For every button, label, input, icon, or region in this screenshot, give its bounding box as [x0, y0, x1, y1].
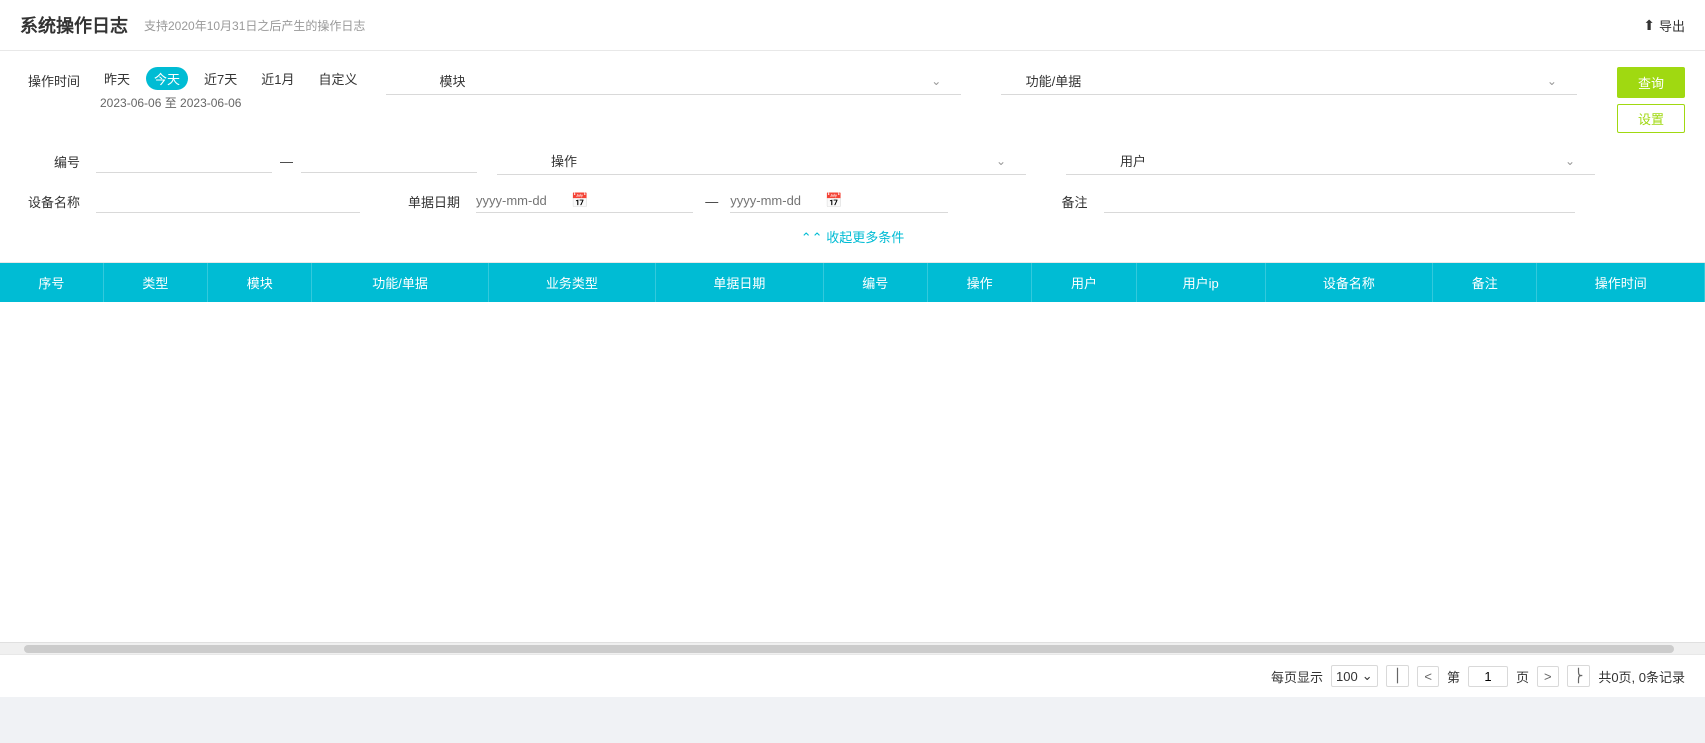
- doc-date-end[interactable]: [730, 189, 825, 212]
- number-input-end[interactable]: [301, 149, 477, 173]
- collapse-label: 收起更多条件: [826, 230, 904, 245]
- action-buttons: 查询 设置: [1617, 67, 1685, 133]
- settings-button[interactable]: 设置: [1617, 104, 1685, 133]
- time-label: 操作时间: [20, 71, 80, 90]
- table-header: 序号 类型 模块 功能/单据 业务类型 单据日期 编号 操作 用户 用户ip 设…: [0, 263, 1705, 302]
- user-label: 用户: [1086, 151, 1146, 170]
- col-op-time: 操作时间: [1537, 263, 1705, 302]
- table-area: 序号 类型 模块 功能/单据 业务类型 单据日期 编号 操作 用户 用户ip 设…: [0, 263, 1705, 642]
- prev-page-button[interactable]: <: [1417, 666, 1439, 687]
- operation-label: 操作: [517, 151, 577, 170]
- col-type: 类型: [103, 263, 207, 302]
- time-range-display: 2023-06-06 至 2023-06-06: [100, 94, 366, 111]
- col-user-ip: 用户ip: [1136, 263, 1265, 302]
- page-label: 第: [1447, 667, 1460, 686]
- remark-input[interactable]: [1104, 189, 1576, 213]
- time-btn-7days[interactable]: 近7天: [196, 67, 245, 90]
- col-doc-date: 单据日期: [656, 263, 823, 302]
- device-label: 设备名称: [20, 192, 80, 211]
- col-module: 模块: [208, 263, 312, 302]
- col-user: 用户: [1032, 263, 1136, 302]
- page-size-select[interactable]: 100 ⌄: [1331, 665, 1378, 687]
- time-btn-yesterday[interactable]: 昨天: [96, 67, 138, 90]
- doc-date-end-wrap: 📅: [730, 189, 947, 213]
- module-label: 模块: [406, 71, 466, 90]
- page-header: 系统操作日志 支持2020年10月31日之后产生的操作日志 ⬆ 导出: [0, 0, 1705, 51]
- empty-area: [0, 302, 1705, 642]
- horizontal-scrollbar[interactable]: [0, 642, 1705, 654]
- doc-date-start[interactable]: [476, 189, 571, 212]
- page-suffix: 页: [1516, 667, 1529, 686]
- operation-chevron-icon: ⌄: [996, 154, 1006, 168]
- col-operation: 操作: [927, 263, 1031, 302]
- scrollbar-thumb[interactable]: [24, 645, 1674, 653]
- first-page-button[interactable]: ⎪: [1386, 665, 1410, 687]
- query-button[interactable]: 查询: [1617, 67, 1685, 98]
- pagination-bar: 每页显示 100 ⌄ ⎪ < 第 页 > ⎬ 共0页, 0条记录: [0, 654, 1705, 697]
- current-page-input[interactable]: [1468, 666, 1508, 687]
- user-chevron-icon: ⌄: [1565, 154, 1575, 168]
- page-size-label: 每页显示: [1271, 667, 1323, 686]
- collapse-bar[interactable]: ⌃⌃ 收起更多条件: [20, 221, 1685, 254]
- doc-date-label: 单据日期: [400, 192, 460, 211]
- total-info: 共0页, 0条记录: [1598, 667, 1685, 686]
- col-device-name: 设备名称: [1265, 263, 1432, 302]
- calendar-icon-end[interactable]: 📅: [825, 192, 842, 209]
- doc-date-start-wrap: 📅: [476, 189, 693, 213]
- function-label: 功能/单据: [1021, 71, 1081, 90]
- number-input-start[interactable]: [96, 149, 272, 173]
- time-btn-custom[interactable]: 自定义: [311, 67, 366, 90]
- time-btn-1month[interactable]: 近1月: [253, 67, 302, 90]
- col-remark: 备注: [1433, 263, 1537, 302]
- number-label: 编号: [20, 152, 80, 171]
- data-table: 序号 类型 模块 功能/单据 业务类型 单据日期 编号 操作 用户 用户ip 设…: [0, 263, 1705, 302]
- function-chevron-icon: ⌄: [1547, 74, 1557, 88]
- collapse-chevron-icon: ⌃⌃: [801, 230, 823, 245]
- next-page-button[interactable]: >: [1537, 666, 1559, 687]
- last-page-button[interactable]: ⎬: [1567, 665, 1591, 687]
- col-number: 编号: [823, 263, 927, 302]
- remark-label: 备注: [1028, 192, 1088, 211]
- page-size-value: 100: [1336, 669, 1358, 684]
- time-filter-group: 昨天 今天 近7天 近1月 自定义 2023-06-06 至 2023-06-0…: [96, 67, 366, 111]
- filter-area: 操作时间 昨天 今天 近7天 近1月 自定义 2023-06-06 至 2023…: [0, 51, 1705, 263]
- calendar-icon-start[interactable]: 📅: [571, 192, 588, 209]
- page-title: 系统操作日志: [20, 12, 128, 38]
- page-size-chevron-icon: ⌄: [1362, 668, 1373, 684]
- export-button[interactable]: ⬆ 导出: [1643, 16, 1685, 35]
- page-subtitle: 支持2020年10月31日之后产生的操作日志: [144, 17, 365, 34]
- table-header-row: 序号 类型 模块 功能/单据 业务类型 单据日期 编号 操作 用户 用户ip 设…: [0, 263, 1705, 302]
- col-biz-type: 业务类型: [488, 263, 655, 302]
- col-seq: 序号: [0, 263, 103, 302]
- time-btn-today[interactable]: 今天: [146, 67, 188, 90]
- device-input[interactable]: [96, 189, 360, 213]
- module-chevron-icon: ⌄: [931, 74, 941, 88]
- col-function: 功能/单据: [312, 263, 488, 302]
- export-icon: ⬆: [1643, 17, 1655, 34]
